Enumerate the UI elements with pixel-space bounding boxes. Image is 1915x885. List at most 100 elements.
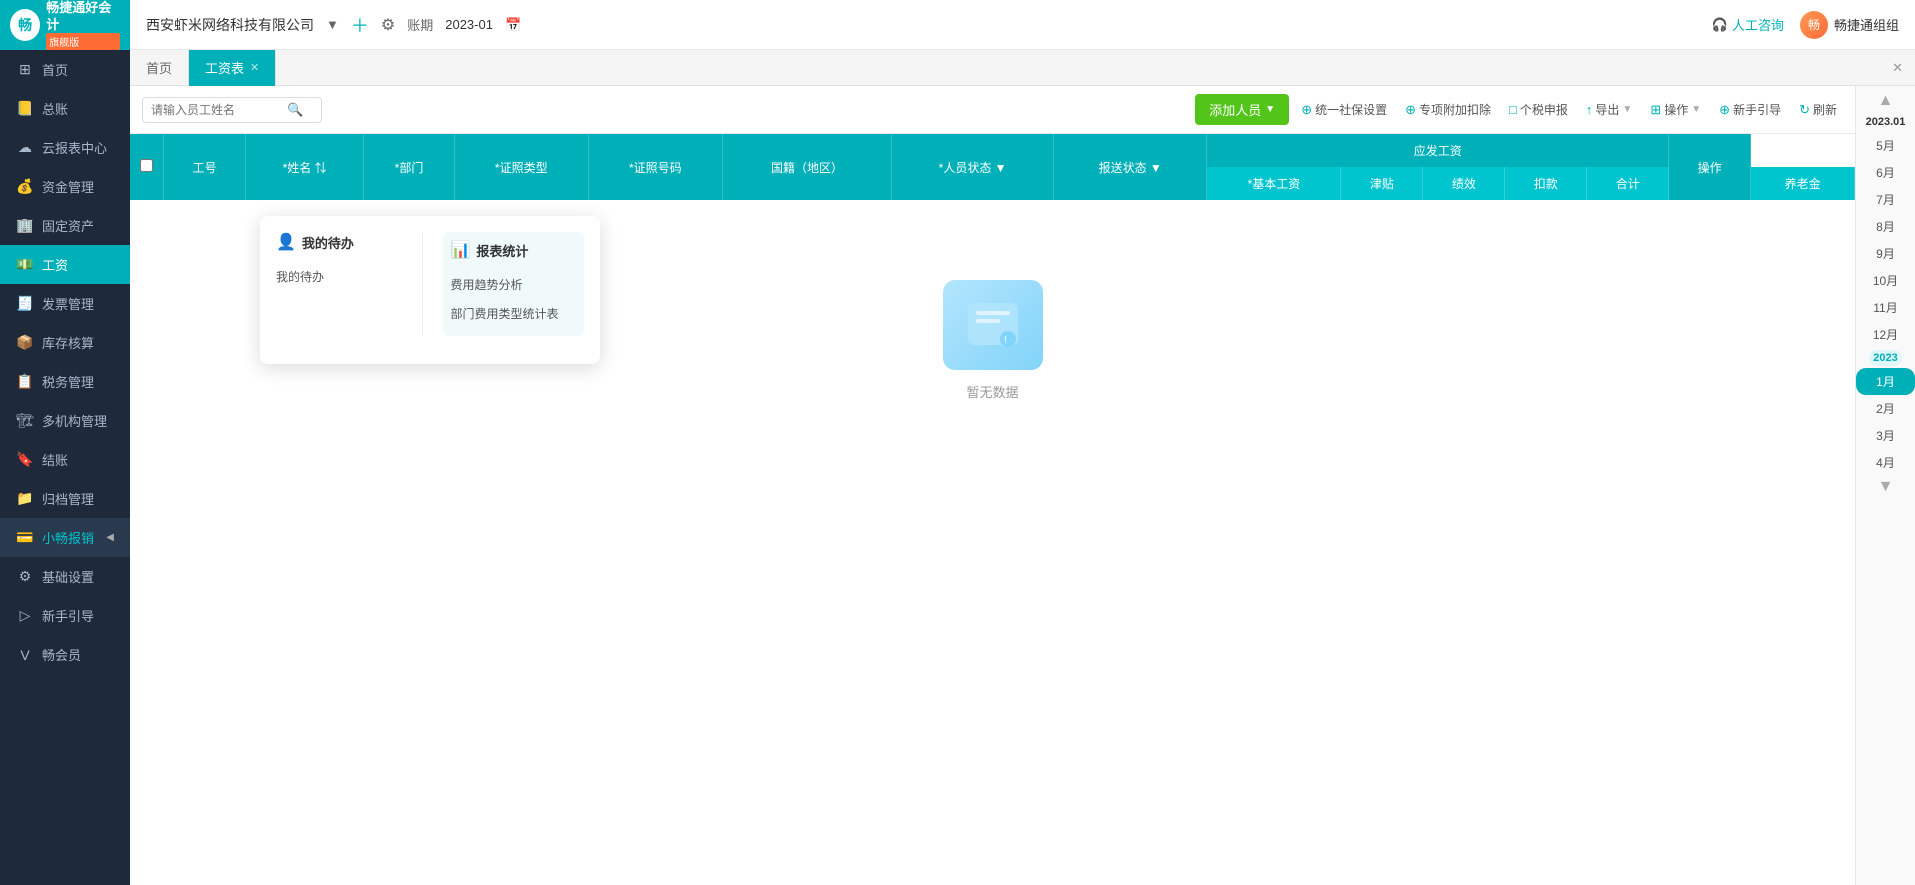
cal-month-1[interactable]: 1月 <box>1856 368 1915 395</box>
filter-icon: ▼ <box>995 161 1007 175</box>
period-value: 2023-01 <box>445 17 493 32</box>
sidebar-item-xiaochang[interactable]: 💳 小畅报销 ◀ <box>0 518 130 557</box>
sidebar-item-cloud-report[interactable]: ☁ 云报表中心 <box>0 128 130 167</box>
cal-month-9[interactable]: 9月 <box>1856 240 1915 267</box>
select-all-checkbox[interactable] <box>140 159 153 172</box>
popup-section-todo: 👤 我的待办 我的待办 <box>276 232 402 336</box>
sidebar-item-fixed-assets[interactable]: 🏢 固定资产 <box>0 206 130 245</box>
cal-month-10[interactable]: 10月 <box>1856 267 1915 294</box>
sidebar-item-guide[interactable]: ▷ 新手引导 <box>0 596 130 635</box>
cal-nav-down[interactable]: ▼ <box>1876 476 1896 498</box>
cal-month-6[interactable]: 6月 <box>1856 159 1915 186</box>
cal-month-4[interactable]: 4月 <box>1856 449 1915 476</box>
avatar: 畅 <box>1800 11 1828 39</box>
th-personnel-status[interactable]: *人员状态 ▼ <box>892 134 1054 200</box>
add-icon[interactable]: ＋ <box>351 12 369 38</box>
cal-month-5[interactable]: 5月 <box>1856 132 1915 159</box>
closing-icon: 🔖 <box>16 451 34 468</box>
calendar-icon[interactable]: 📅 <box>505 17 521 33</box>
special-deduction-icon: ⊕ <box>1405 102 1416 118</box>
sidebar-item-invoice[interactable]: 🧾 发票管理 <box>0 284 130 323</box>
popup-item-cost-trend[interactable]: 费用趋势分析 <box>451 270 577 299</box>
th-id-number: *证照号码 <box>588 134 722 200</box>
tab-payroll-sheet[interactable]: 工资表 ✕ <box>189 50 276 86</box>
sidebar-item-multi-org[interactable]: 🏗 多机构管理 <box>0 401 130 440</box>
sidebar-item-member[interactable]: V 畅会员 <box>0 635 130 674</box>
sidebar-item-label: 首页 <box>42 60 68 79</box>
cal-nav-up[interactable]: ▲ <box>1876 90 1896 112</box>
popup-item-my-todo[interactable]: 我的待办 <box>276 262 402 291</box>
export-button[interactable]: ↑ 导出 ▼ <box>1580 97 1638 122</box>
th-pension: 养老金 <box>1751 167 1855 200</box>
cal-month-8[interactable]: 8月 <box>1856 213 1915 240</box>
th-payable-salary-group: 应发工资 <box>1207 134 1669 167</box>
special-deduction-button[interactable]: ⊕ 专项附加扣除 <box>1399 97 1497 122</box>
sidebar-item-label: 结账 <box>42 450 68 469</box>
sidebar-item-label: 小畅报销 <box>42 528 94 547</box>
sidebar-item-label: 畅会员 <box>42 645 81 664</box>
sidebar-item-fund[interactable]: 💰 资金管理 <box>0 167 130 206</box>
popup-item-dept-cost[interactable]: 部门费用类型统计表 <box>451 299 577 328</box>
settings-icon[interactable]: ⚙ <box>381 15 395 35</box>
topbar-right: 🎧 人工咨询 畅 畅捷通组组 <box>1712 11 1899 39</box>
tab-close-icon[interactable]: ✕ <box>250 61 259 74</box>
sidebar-item-archive[interactable]: 📁 归档管理 <box>0 479 130 518</box>
refresh-label: 刷新 <box>1813 101 1837 118</box>
cal-month-2[interactable]: 2月 <box>1856 395 1915 422</box>
sidebar-item-home[interactable]: ⊞ 首页 <box>0 50 130 89</box>
payroll-area: 🔍 添加人员 ▼ ⊕ 统一社保设置 ⊕ 专项附加扣除 <box>130 86 1855 885</box>
cal-month-12[interactable]: 12月 <box>1856 321 1915 348</box>
tab-close-all[interactable]: ✕ <box>1892 60 1915 76</box>
topbar: 西安虾米网络科技有限公司 ▼ ＋ ⚙ 账期 2023-01 📅 🎧 人工咨询 畅… <box>130 0 1915 50</box>
new-guide-button[interactable]: ⊕ 新手引导 <box>1713 97 1787 122</box>
headset-icon: 🎧 <box>1712 17 1728 33</box>
th-name[interactable]: *姓名 ⇅ <box>245 134 363 200</box>
home-icon: ⊞ <box>16 61 34 78</box>
company-dropdown-icon[interactable]: ▼ <box>326 17 339 32</box>
th-report-status[interactable]: 报送状态 ▼ <box>1054 134 1207 200</box>
cal-month-11[interactable]: 11月 <box>1856 294 1915 321</box>
social-insurance-icon: ⊕ <box>1301 102 1312 118</box>
personal-tax-label: 个税申报 <box>1520 101 1568 118</box>
cal-year-header: 2023.01 <box>1866 112 1906 132</box>
sidebar-item-inventory[interactable]: 📦 库存核算 <box>0 323 130 362</box>
checkbox-header[interactable] <box>130 134 164 200</box>
cal-month-3[interactable]: 3月 <box>1856 422 1915 449</box>
logo-icon: 畅 <box>10 9 40 41</box>
sidebar-item-label: 多机构管理 <box>42 411 107 430</box>
sidebar-item-payroll[interactable]: 💵 工资 <box>0 245 130 284</box>
operation-button[interactable]: ⊞ 操作 ▼ <box>1644 97 1707 122</box>
multi-org-icon: 🏗 <box>16 412 34 429</box>
service-button[interactable]: 🎧 人工咨询 <box>1712 15 1784 34</box>
user-menu[interactable]: 畅 畅捷通组组 <box>1800 11 1899 39</box>
empty-text: 暂无数据 <box>966 382 1018 401</box>
search-input[interactable] <box>151 103 281 117</box>
sidebar-item-ledger[interactable]: 📒 总账 <box>0 89 130 128</box>
username: 畅捷通组组 <box>1834 15 1899 34</box>
social-insurance-button[interactable]: ⊕ 统一社保设置 <box>1295 97 1393 122</box>
th-nationality: 国籍（地区） <box>722 134 891 200</box>
sidebar-item-basic[interactable]: ⚙ 基础设置 <box>0 557 130 596</box>
new-guide-icon: ⊕ <box>1719 102 1730 118</box>
basic-icon: ⚙ <box>16 568 34 585</box>
operation-icon: ⊞ <box>1650 102 1661 118</box>
personal-tax-button[interactable]: □ 个税申报 <box>1503 97 1574 122</box>
sidebar-item-closing[interactable]: 🔖 结账 <box>0 440 130 479</box>
popup-todo-title-label: 我的待办 <box>302 233 354 252</box>
cloud-icon: ☁ <box>16 139 34 156</box>
search-icon[interactable]: 🔍 <box>287 102 303 118</box>
cal-month-7[interactable]: 7月 <box>1856 186 1915 213</box>
sidebar-item-label: 基础设置 <box>42 567 94 586</box>
add-person-button[interactable]: 添加人员 ▼ <box>1195 94 1289 125</box>
invoice-icon: 🧾 <box>16 295 34 312</box>
th-id-type: *证照类型 <box>454 134 588 200</box>
xiaochang-icon: 💳 <box>16 529 34 546</box>
tabbar: 首页 工资表 ✕ ✕ <box>130 50 1915 86</box>
sidebar-item-tax[interactable]: 📋 税务管理 <box>0 362 130 401</box>
refresh-button[interactable]: ↻ 刷新 <box>1793 97 1843 122</box>
main-area: 西安虾米网络科技有限公司 ▼ ＋ ⚙ 账期 2023-01 📅 🎧 人工咨询 畅… <box>130 0 1915 885</box>
app-name: 畅捷通好会计 <box>46 0 120 33</box>
tab-home[interactable]: 首页 <box>130 50 189 86</box>
ledger-icon: 📒 <box>16 100 34 117</box>
company-name: 西安虾米网络科技有限公司 <box>146 15 314 35</box>
